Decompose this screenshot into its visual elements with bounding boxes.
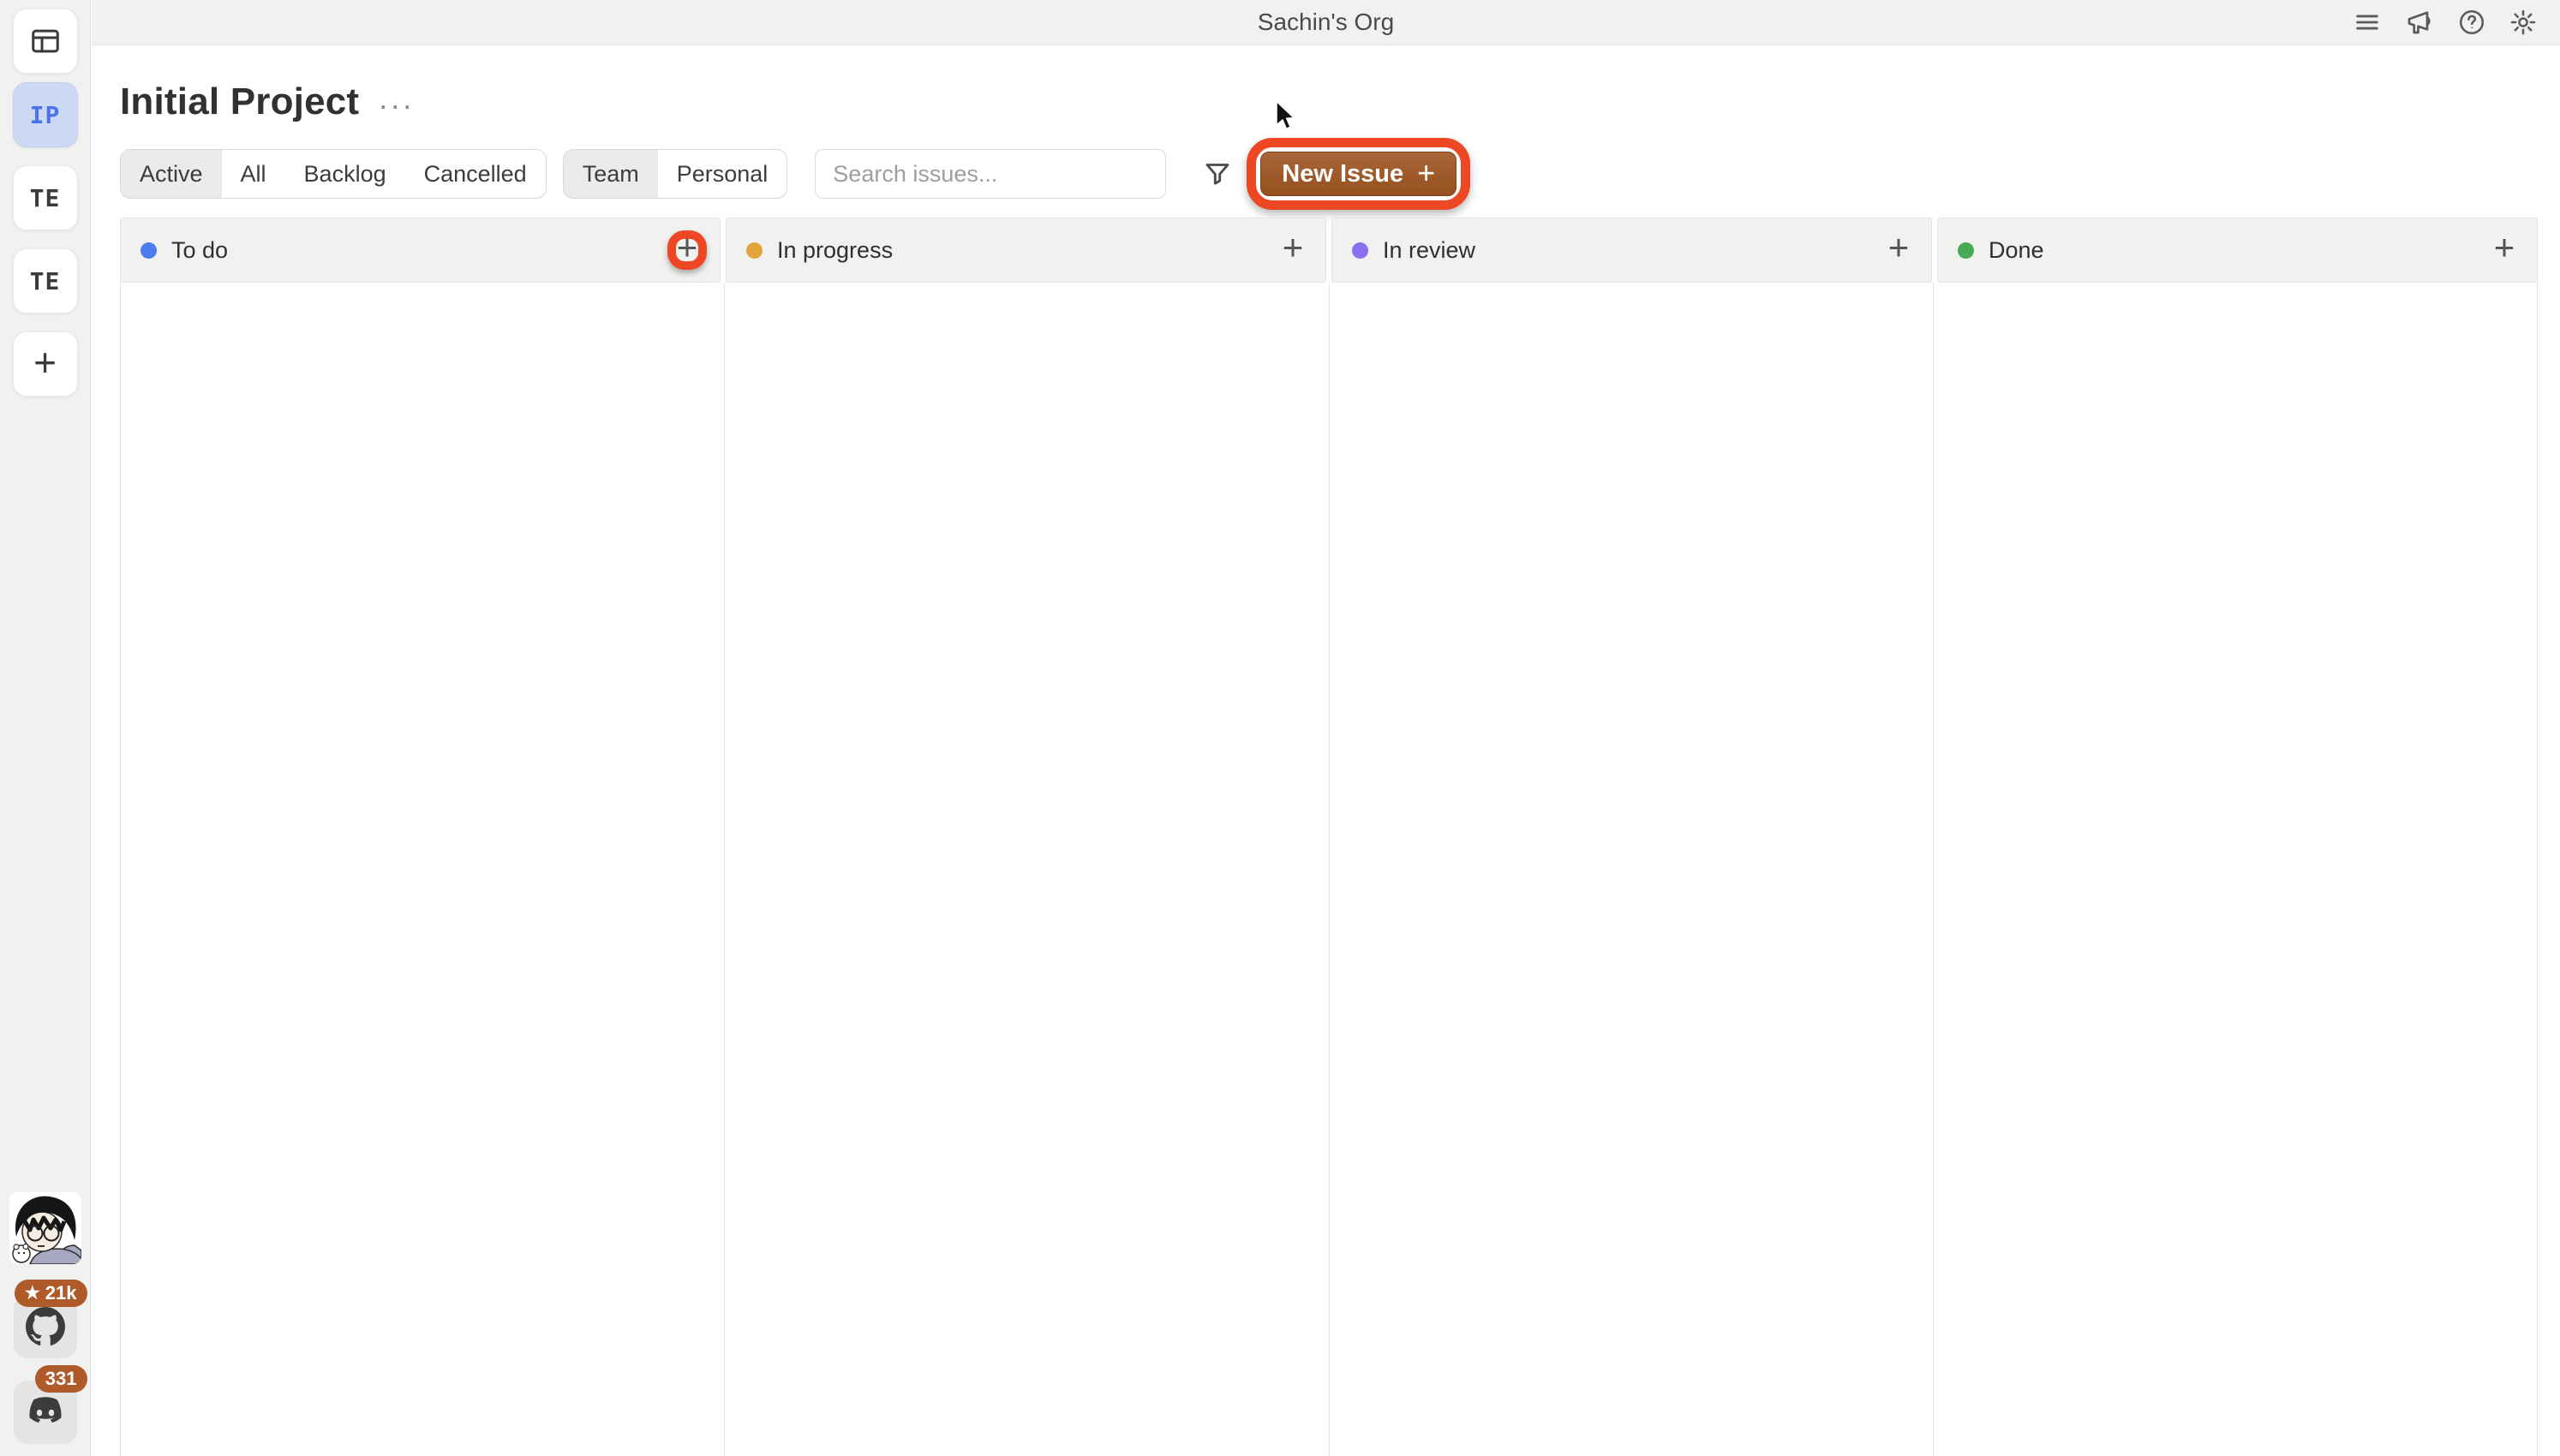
workspace-overview-button[interactable] (13, 9, 78, 74)
workspace-avatar-label: IP (30, 101, 61, 129)
sidebar: IP TE TE + ★ (0, 0, 91, 1456)
filter-funnel-icon[interactable] (1202, 158, 1233, 189)
new-issue-label: New Issue (1282, 160, 1403, 188)
add-issue-in-review-button[interactable]: + (1883, 248, 1915, 253)
column-header-in-review: In review + (1331, 218, 1932, 283)
add-issue-done-button[interactable]: + (2489, 248, 2521, 253)
workspace-avatar-te-1[interactable]: TE (13, 165, 78, 230)
status-filter-tabs: ActiveAllBacklogCancelled (120, 149, 547, 199)
project-overflow-menu[interactable]: ··· (378, 92, 414, 111)
add-issue-area-to-do: + (667, 230, 708, 271)
new-issue-button[interactable]: New Issue + (1260, 152, 1456, 196)
help-icon[interactable] (2457, 8, 2486, 37)
menu-icon[interactable] (2353, 8, 2382, 37)
workspace-avatar-label: TE (30, 184, 61, 212)
add-issue-in-progress-button[interactable]: + (1277, 248, 1309, 253)
main-content: Initial Project ··· ActiveAllBacklogCanc… (92, 46, 2560, 1456)
scope-tab-team[interactable]: Team (564, 150, 658, 198)
scope-filter-tabs: TeamPersonal (563, 149, 788, 199)
search-issues-input[interactable] (815, 149, 1166, 199)
column-label-done: Done (1989, 237, 2044, 264)
status-tab-all[interactable]: All (222, 150, 285, 198)
status-dot-to-do (141, 242, 157, 259)
discord-members-badge: 331 (35, 1365, 87, 1393)
board-columns (120, 283, 2538, 1456)
filter-toolbar: ActiveAllBacklogCancelled TeamPersonal N… (120, 149, 2538, 199)
status-dot-in-review (1352, 242, 1368, 259)
github-stars-badge: ★ 21k (15, 1280, 87, 1307)
announcements-megaphone-icon[interactable] (2404, 7, 2435, 38)
org-title: Sachin's Org (92, 9, 2560, 36)
column-label-to-do: To do (171, 237, 228, 264)
github-stars-count: 21k (45, 1283, 77, 1304)
status-tab-cancelled[interactable]: Cancelled (405, 150, 546, 198)
settings-gear-icon[interactable] (2509, 8, 2538, 37)
status-tab-backlog[interactable]: Backlog (285, 150, 405, 198)
board-column-headers: To do + In progress + In review + Done + (120, 218, 2538, 283)
status-dot-done (1958, 242, 1974, 259)
scope-tab-personal[interactable]: Personal (658, 150, 787, 198)
page-title: Initial Project (120, 81, 359, 123)
workspace-avatar-ip-0[interactable]: IP (13, 82, 78, 147)
annotation-ring-new-issue: New Issue + (1247, 138, 1470, 210)
github-icon (26, 1307, 65, 1346)
column-header-done: Done + (1937, 218, 2538, 283)
topbar-actions (2353, 7, 2560, 38)
status-tab-active[interactable]: Active (121, 150, 222, 198)
workspace-avatar-te-2[interactable]: TE (13, 248, 78, 313)
column-body-in-progress (725, 283, 1329, 1456)
top-bar: Sachin's Org (92, 0, 2560, 45)
user-avatar[interactable] (9, 1192, 81, 1264)
add-issue-to-do-button[interactable]: + (672, 248, 703, 253)
github-link-button[interactable]: ★ 21k (14, 1295, 77, 1358)
column-header-in-progress: In progress + (726, 218, 1326, 283)
add-issue-area-in-review: + (1878, 230, 1919, 271)
workspace-avatar-label: TE (30, 267, 61, 295)
star-icon: ★ (25, 1284, 40, 1303)
discord-link-button[interactable]: 331 (14, 1381, 77, 1444)
column-header-to-do: To do + (120, 218, 721, 283)
column-label-in-review: In review (1383, 237, 1475, 264)
column-body-done (1934, 283, 2538, 1456)
add-workspace-button[interactable]: + (13, 331, 78, 397)
status-dot-in-progress (746, 242, 763, 259)
add-issue-area-done: + (2484, 230, 2525, 271)
add-issue-area-in-progress: + (1272, 230, 1313, 271)
discord-icon (25, 1392, 66, 1433)
sidebar-footer: ★ 21k 331 (9, 1192, 81, 1456)
discord-members-count: 331 (45, 1369, 77, 1389)
layout-grid-icon (29, 25, 62, 57)
column-body-in-review (1330, 283, 1934, 1456)
column-label-in-progress: In progress (777, 237, 893, 264)
column-body-to-do (121, 283, 725, 1456)
